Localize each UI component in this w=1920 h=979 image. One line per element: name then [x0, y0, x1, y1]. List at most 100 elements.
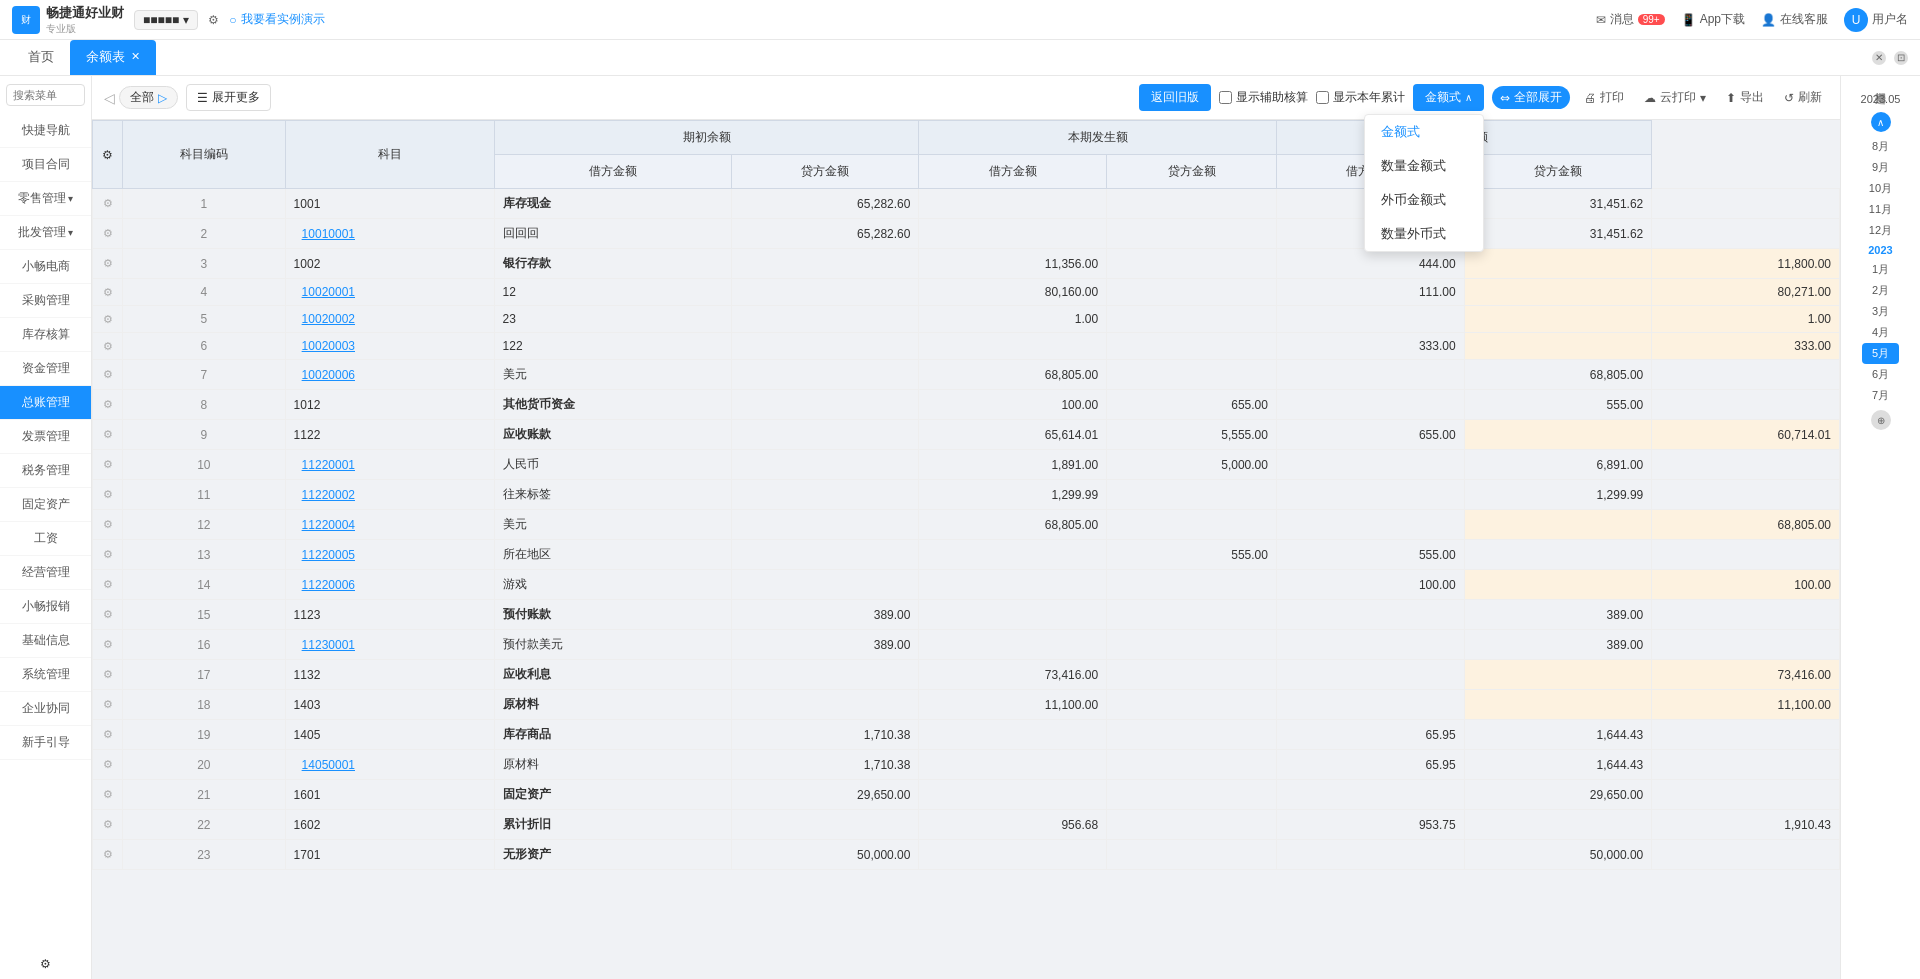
period-collapse-btn[interactable]: ∧	[1871, 112, 1891, 132]
mode-option-qty-amount[interactable]: 数量金额式	[1365, 149, 1483, 183]
show-auxiliary-checkbox[interactable]: 显示辅助核算	[1219, 89, 1308, 106]
company-selector[interactable]: ■■■■■ ▾	[134, 10, 198, 30]
sidebar-item-capital[interactable]: 资金管理	[0, 352, 91, 386]
table-wrapper: ⚙ 科目编码 科目 期初余额 本期发生额 期末余额 借方金额 贷方金额 借方金额…	[92, 120, 1840, 979]
sidebar-item-system[interactable]: 系统管理	[0, 658, 91, 692]
tab-home[interactable]: 首页	[12, 40, 70, 75]
period-month-3[interactable]: 3月	[1862, 301, 1898, 322]
settings-icon[interactable]: ⚙	[208, 13, 219, 27]
row-code[interactable]: 11220005	[285, 540, 494, 570]
row-name: 美元	[494, 360, 731, 390]
online-service-btn[interactable]: 👤 在线客服	[1761, 11, 1828, 28]
row-debit-end: 1,644.43	[1464, 750, 1652, 780]
row-settings: ⚙	[93, 750, 123, 780]
sidebar-settings[interactable]: ⚙	[0, 949, 91, 979]
period-month-4[interactable]: 4月	[1862, 322, 1898, 343]
mode-option-qty-foreign[interactable]: 数量外币式	[1365, 217, 1483, 251]
show-ytd-checkbox[interactable]: 显示本年累计	[1316, 89, 1405, 106]
row-code[interactable]: 11220004	[285, 510, 494, 540]
row-credit-occur	[1276, 780, 1464, 810]
cloud-print-btn[interactable]: ☁ 云打印 ▾	[1638, 85, 1712, 110]
table-header-row-1: ⚙ 科目编码 科目 期初余额 本期发生额 期末余额	[93, 121, 1840, 155]
period-month-1[interactable]: 1月	[1862, 259, 1898, 280]
row-credit-begin	[919, 840, 1107, 870]
app-download-btn[interactable]: 📱 App下载	[1681, 11, 1745, 28]
sidebar-item-cooperation[interactable]: 企业协同	[0, 692, 91, 726]
row-code[interactable]: 10010001	[285, 219, 494, 249]
row-code[interactable]: 11230001	[285, 630, 494, 660]
row-num: 4	[123, 279, 286, 306]
row-code[interactable]: 14050001	[285, 750, 494, 780]
logo-icon: 财	[12, 6, 40, 34]
sidebar-item-retail[interactable]: 零售管理▾	[0, 182, 91, 216]
th-credit-end: 贷方金额	[1464, 155, 1652, 189]
right-panel: 期间选择 2023.05 ∧ 8月9月10月11月12月20231月2月3月4月…	[1840, 76, 1920, 979]
period-month-6[interactable]: 6月	[1862, 364, 1898, 385]
ytd-checkbox-input[interactable]	[1316, 91, 1329, 104]
period-month-10[interactable]: 10月	[1862, 178, 1898, 199]
sidebar-item-operations[interactable]: 经营管理	[0, 556, 91, 590]
period-month-12[interactable]: 12月	[1862, 220, 1898, 241]
sidebar-item-wholesale[interactable]: 批发管理▾	[0, 216, 91, 250]
tab-actions: ✕ ⊡	[1872, 51, 1908, 65]
auxiliary-checkbox-input[interactable]	[1219, 91, 1232, 104]
mode-option-foreign-amount[interactable]: 外币金额式	[1365, 183, 1483, 217]
sidebar-item-project-contract[interactable]: 项目合同	[0, 148, 91, 182]
sidebar-item-inventory[interactable]: 库存核算	[0, 318, 91, 352]
row-credit-occur: 65.95	[1276, 720, 1464, 750]
row-credit-end	[1652, 840, 1840, 870]
sidebar-item-sales-report[interactable]: 小畅报销	[0, 590, 91, 624]
print-btn[interactable]: 🖨 打印	[1578, 85, 1630, 110]
window-close-btn[interactable]: ✕	[1872, 51, 1886, 65]
sidebar-item-quick-nav[interactable]: 快捷导航	[0, 114, 91, 148]
mode-option-amount[interactable]: 金额式	[1365, 115, 1483, 149]
sidebar-item-invoice[interactable]: 发票管理	[0, 420, 91, 454]
tab-close-icon[interactable]: ✕	[131, 50, 140, 63]
message-btn[interactable]: ✉ 消息 99+	[1596, 11, 1665, 28]
row-code[interactable]: 11220002	[285, 480, 494, 510]
row-credit-begin: 73,416.00	[919, 660, 1107, 690]
row-credit-end	[1652, 780, 1840, 810]
row-code[interactable]: 11220006	[285, 570, 494, 600]
demo-link[interactable]: ○ 我要看实例演示	[229, 11, 324, 28]
row-debit-end: 389.00	[1464, 600, 1652, 630]
period-month-9[interactable]: 9月	[1862, 157, 1898, 178]
row-code[interactable]: 10020006	[285, 360, 494, 390]
period-month-2023[interactable]: 2023	[1862, 241, 1898, 259]
period-month-7[interactable]: 7月	[1862, 385, 1898, 406]
row-credit-end	[1652, 480, 1840, 510]
return-old-btn[interactable]: 返回旧版	[1139, 84, 1211, 111]
period-month-5[interactable]: 5月	[1862, 343, 1898, 364]
row-code[interactable]: 10020003	[285, 333, 494, 360]
sidebar-item-payroll[interactable]: 工资	[0, 522, 91, 556]
top-bar-right: ✉ 消息 99+ 📱 App下载 👤 在线客服 U 用户名	[1596, 8, 1908, 32]
period-month-8[interactable]: 8月	[1862, 136, 1898, 157]
refresh-btn[interactable]: ↺ 刷新	[1778, 85, 1828, 110]
sidebar-item-general-ledger[interactable]: 总账管理	[0, 386, 91, 420]
sidebar-item-ecommerce[interactable]: 小畅电商	[0, 250, 91, 284]
row-debit-end	[1464, 333, 1652, 360]
sidebar-search-input[interactable]	[6, 84, 85, 106]
user-avatar[interactable]: U 用户名	[1844, 8, 1908, 32]
row-code[interactable]: 11220001	[285, 450, 494, 480]
mode-btn-wrapper: 金额式 ∧ 金额式数量金额式外币金额式数量外币式	[1413, 84, 1484, 111]
sidebar-item-purchase[interactable]: 采购管理	[0, 284, 91, 318]
sidebar-item-tax[interactable]: 税务管理	[0, 454, 91, 488]
toggle-all-btn[interactable]: ⇔ 全部展开	[1492, 86, 1570, 109]
period-expand-btn[interactable]: ⊕	[1871, 410, 1891, 430]
window-expand-btn[interactable]: ⊡	[1894, 51, 1908, 65]
expand-more-btn[interactable]: ☰ 展开更多	[186, 84, 271, 111]
mode-btn[interactable]: 金额式 ∧	[1413, 84, 1484, 111]
period-month-11[interactable]: 11月	[1862, 199, 1898, 220]
row-code[interactable]: 10020001	[285, 279, 494, 306]
sidebar-item-new-guide[interactable]: 新手引导	[0, 726, 91, 760]
row-debit-begin: 389.00	[731, 630, 919, 660]
row-code[interactable]: 10020002	[285, 306, 494, 333]
export-btn[interactable]: ⬆ 导出	[1720, 85, 1770, 110]
row-debit-begin	[731, 690, 919, 720]
tab-balance[interactable]: 余额表 ✕	[70, 40, 156, 75]
sidebar-item-basic-info[interactable]: 基础信息	[0, 624, 91, 658]
period-month-2[interactable]: 2月	[1862, 280, 1898, 301]
sidebar-item-fixed-assets[interactable]: 固定资产	[0, 488, 91, 522]
period-2023-start[interactable]: 2023.05	[1845, 90, 1916, 108]
